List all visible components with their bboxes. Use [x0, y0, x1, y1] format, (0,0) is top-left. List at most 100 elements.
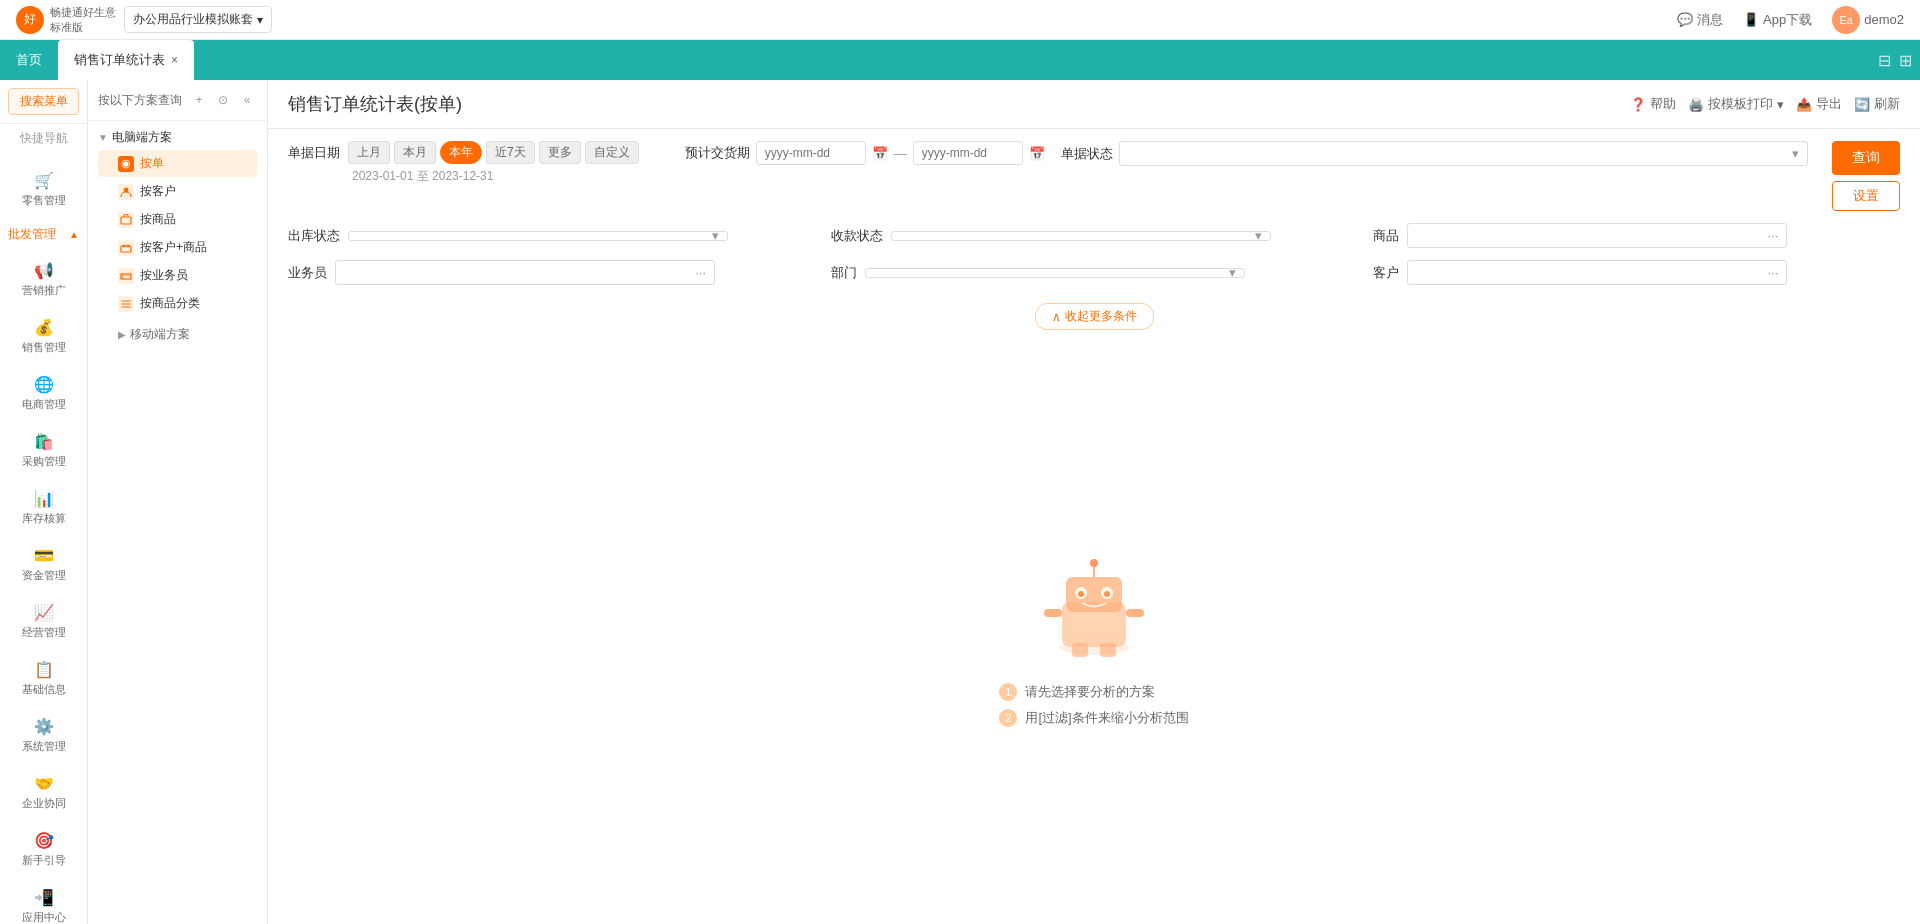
scheme-group-desktop-header[interactable]: ▼ 电脑端方案 [98, 129, 257, 146]
sidebar-item-retail[interactable]: 🛒 零售管理 [0, 161, 87, 218]
payment-status-dropdown-icon[interactable]: ▾ [1255, 228, 1262, 243]
sidebar-item-finance[interactable]: 💳 资金管理 [0, 536, 87, 593]
sidebar-item-guide[interactable]: 🎯 新手引导 [0, 821, 87, 878]
by-goods-category-icon [118, 296, 134, 312]
scheme-item-by-goods[interactable]: 按商品 [98, 206, 257, 233]
scheme-group-mobile-header[interactable]: ▶ 移动端方案 [98, 326, 257, 343]
ecommerce-icon: 🌐 [34, 375, 54, 394]
main-layout: 搜索菜单 快捷导航 🛒 零售管理 批发管理 ▲ 📢 营销推广 💰 销售管理 🌐 … [0, 80, 1920, 924]
by-order-icon: ◉ [118, 156, 134, 172]
by-customer-icon [118, 184, 134, 200]
empty-tips: 1 请先选择要分析的方案 2 用[过滤]条件来缩小分析范围 [999, 683, 1188, 727]
tab-bar: 首页 销售订单统计表 × ⊟ ⊞ [0, 40, 1920, 80]
retail-icon: 🛒 [34, 171, 54, 190]
scheme-item-by-customer-goods[interactable]: 按客户+商品 [98, 234, 257, 261]
scheme-item-by-salesperson[interactable]: 按业务员 [98, 262, 257, 289]
scheme-group-desktop: ▼ 电脑端方案 ◉ 按单 按客户 [88, 125, 267, 322]
department-dropdown-icon[interactable]: ▾ [1229, 265, 1236, 280]
sidebar-item-ecommerce[interactable]: 🌐 电商管理 [0, 365, 87, 422]
collapse-conditions-button[interactable]: ∧ 收起更多条件 [1035, 303, 1154, 330]
forecast-date-end-input[interactable] [913, 141, 1023, 165]
department-label: 部门 [831, 264, 857, 282]
logo-area: 好 畅捷通好生意 标准版 [16, 5, 116, 34]
date-quick-buttons: 上月 本月 本年 近7天 更多 自定义 [348, 141, 639, 164]
forecast-date-end-calendar-icon[interactable]: 📅 [1029, 146, 1045, 161]
sidebar-item-enterprise[interactable]: 🤝 企业协同 [0, 764, 87, 821]
sidebar-item-purchase[interactable]: 🛍️ 采购管理 [0, 422, 87, 479]
query-button[interactable]: 查询 [1832, 141, 1900, 175]
app-icon: 📱 [1743, 12, 1759, 27]
refresh-button[interactable]: 🔄 刷新 [1854, 95, 1900, 113]
salesperson-label: 业务员 [288, 264, 327, 282]
scheme-item-by-order[interactable]: ◉ 按单 [98, 150, 257, 177]
content-area: 按以下方案查询 + ⊙ « ▼ 电脑端方案 ◉ 按单 [88, 80, 1920, 924]
date-btn-more[interactable]: 更多 [539, 141, 581, 164]
top-bar-left: 好 畅捷通好生意 标准版 办公用品行业模拟账套 ▾ [16, 5, 272, 34]
tab-expand-button[interactable]: ⊞ [1899, 51, 1912, 70]
date-btn-custom[interactable]: 自定义 [585, 141, 639, 164]
tab-close-button[interactable]: × [171, 53, 178, 67]
company-dropdown[interactable]: 办公用品行业模拟账套 ▾ [124, 6, 272, 33]
svg-point-4 [127, 244, 130, 247]
tab-home[interactable]: 首页 [0, 40, 58, 80]
date-btn-this-month[interactable]: 本月 [394, 141, 436, 164]
sidebar-shortcut-nav[interactable]: 快捷导航 [0, 124, 87, 153]
top-bar: 好 畅捷通好生意 标准版 办公用品行业模拟账套 ▾ 💬 消息 📱 App下载 E… [0, 0, 1920, 40]
date-btn-this-year[interactable]: 本年 [440, 141, 482, 164]
page-header-actions: ❓ 帮助 🖨️ 按模板打印 ▾ 📤 导出 🔄 刷新 [1630, 95, 1900, 113]
scheme-add-button[interactable]: + [189, 90, 209, 110]
ship-status-dropdown-icon[interactable]: ▾ [712, 228, 719, 243]
svg-point-16 [1078, 591, 1084, 597]
date-range-separator: — [894, 146, 907, 161]
by-goods-icon [118, 212, 134, 228]
export-button[interactable]: 📤 导出 [1796, 95, 1842, 113]
svg-rect-10 [121, 306, 131, 308]
sidebar-item-wholesale[interactable]: 批发管理 ▲ [0, 218, 87, 251]
svg-rect-1 [121, 217, 131, 224]
scheme-edit-button[interactable]: ⊙ [213, 90, 233, 110]
forecast-date-start-calendar-icon[interactable]: 📅 [872, 146, 888, 161]
search-menu-button[interactable]: 搜索菜单 [8, 88, 79, 115]
chevron-down-icon: ▾ [257, 13, 263, 27]
scheme-collapse-button[interactable]: « [237, 90, 257, 110]
logo-text: 畅捷通好生意 标准版 [50, 5, 116, 34]
sidebar-item-appcenter[interactable]: 📲 应用中心 [0, 878, 87, 924]
status-label: 单据状态 [1061, 145, 1113, 163]
scheme-item-by-goods-category[interactable]: 按商品分类 [98, 290, 257, 317]
help-icon: ❓ [1630, 97, 1646, 112]
operations-icon: 📈 [34, 603, 54, 622]
forecast-date-start-input[interactable] [756, 141, 866, 165]
help-button[interactable]: ❓ 帮助 [1630, 95, 1676, 113]
sidebar-item-sales[interactable]: 💰 销售管理 [0, 308, 87, 365]
message-icon: 💬 [1677, 12, 1693, 27]
finance-icon: 💳 [34, 546, 54, 565]
sidebar-item-operations[interactable]: 📈 经营管理 [0, 593, 87, 650]
scheme-item-by-customer[interactable]: 按客户 [98, 178, 257, 205]
template-print-button[interactable]: 🖨️ 按模板打印 ▾ [1688, 95, 1784, 113]
sidebar-item-inventory[interactable]: 📊 库存核算 [0, 479, 87, 536]
empty-tip-2: 2 用[过滤]条件来缩小分析范围 [999, 709, 1188, 727]
goods-dots-button[interactable]: ··· [1768, 228, 1779, 243]
salesperson-dots-button[interactable]: ··· [695, 265, 706, 280]
message-button[interactable]: 💬 消息 [1677, 11, 1723, 29]
svg-rect-9 [121, 303, 131, 305]
date-btn-last-month[interactable]: 上月 [348, 141, 390, 164]
sidebar-item-system[interactable]: ⚙️ 系统管理 [0, 707, 87, 764]
date-btn-last-7days[interactable]: 近7天 [486, 141, 535, 164]
user-area[interactable]: Ea demo2 [1832, 6, 1904, 34]
scheme-panel: 按以下方案查询 + ⊙ « ▼ 电脑端方案 ◉ 按单 [88, 80, 268, 924]
tab-minimize-button[interactable]: ⊟ [1878, 51, 1891, 70]
empty-icon [1034, 547, 1154, 667]
logo-icon: 好 [16, 6, 44, 34]
setting-button[interactable]: 设置 [1832, 181, 1900, 211]
wholesale-arrow-icon: ▲ [69, 229, 79, 240]
customer-dots-button[interactable]: ··· [1768, 265, 1779, 280]
app-download-button[interactable]: 📱 App下载 [1743, 11, 1812, 29]
export-icon: 📤 [1796, 97, 1812, 112]
status-dropdown-icon[interactable]: ▾ [1792, 146, 1799, 161]
tab-active[interactable]: 销售订单统计表 × [58, 40, 194, 80]
sidebar-item-marketing[interactable]: 📢 营销推广 [0, 251, 87, 308]
sidebar-item-basics[interactable]: 📋 基础信息 [0, 650, 87, 707]
empty-tip-1: 1 请先选择要分析的方案 [999, 683, 1188, 701]
filter-area: 单据日期 上月 本月 本年 近7天 更多 自定义 2023-01-0 [268, 129, 1920, 350]
